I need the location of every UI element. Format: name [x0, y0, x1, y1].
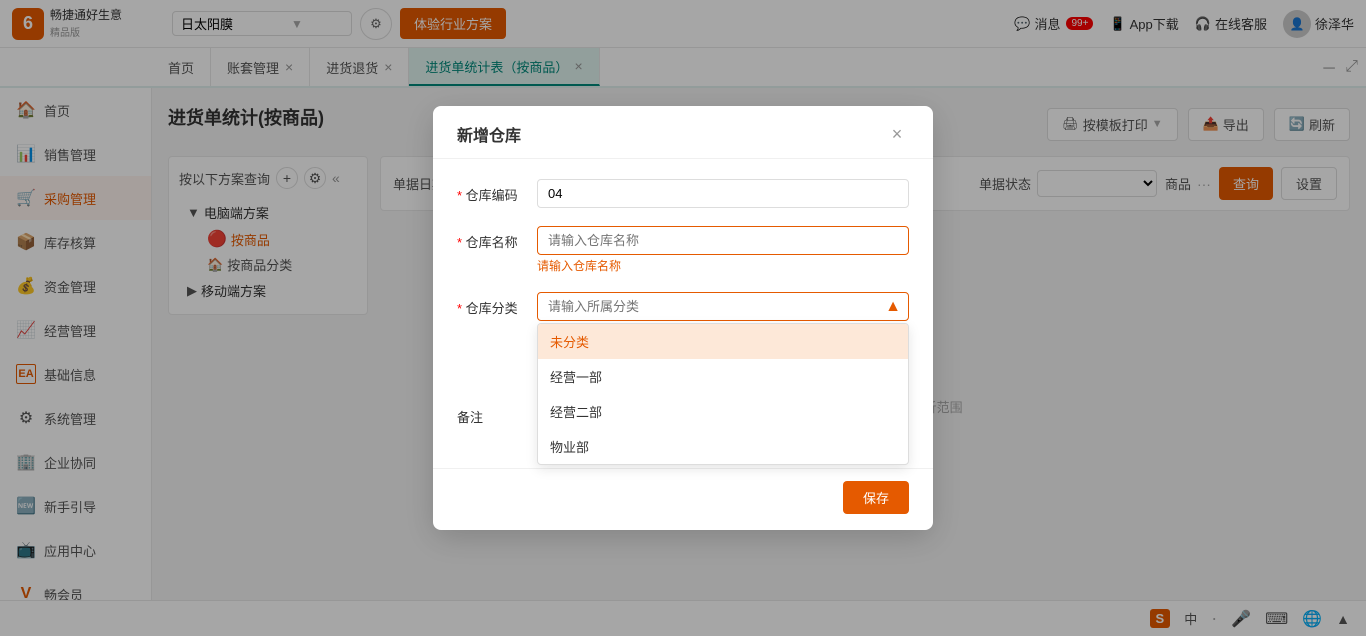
ops2-label: 经营二部 [550, 405, 602, 420]
uncategorized-label: 未分类 [550, 335, 589, 350]
dialog-footer: 保存 [433, 468, 933, 530]
name-input[interactable] [537, 226, 909, 255]
form-row-code: 仓库编码 [457, 179, 909, 208]
category-input[interactable] [537, 292, 909, 321]
dropdown-item-ops1[interactable]: 经营一部 [538, 359, 908, 394]
category-label: 仓库分类 [457, 292, 537, 317]
new-warehouse-dialog: 新增仓库 × 仓库编码 仓库名称 请输入仓库名称 [433, 106, 933, 530]
dialog-header: 新增仓库 × [433, 106, 933, 159]
dialog-title: 新增仓库 [457, 122, 521, 146]
category-dropdown: 未分类 经营一部 经营二部 物业部 [537, 323, 909, 465]
name-error-tip: 请输入仓库名称 [537, 257, 909, 274]
form-row-name: 仓库名称 请输入仓库名称 [457, 226, 909, 274]
name-field: 请输入仓库名称 [537, 226, 909, 274]
dialog-body: 仓库编码 仓库名称 请输入仓库名称 仓库分类 [433, 159, 933, 468]
ops1-label: 经营一部 [550, 370, 602, 385]
category-input-wrapper: ▲ [537, 292, 909, 321]
dropdown-item-uncategorized[interactable]: 未分类 [538, 324, 908, 359]
category-field: ▲ 未分类 经营一部 经营二部 物业部 [537, 292, 909, 321]
name-label: 仓库名称 [457, 226, 537, 251]
category-toggle-icon[interactable]: ▲ [885, 298, 901, 316]
code-field [537, 179, 909, 208]
note-label: 备注 [457, 401, 537, 426]
dialog-overlay: 新增仓库 × 仓库编码 仓库名称 请输入仓库名称 [0, 0, 1366, 636]
dropdown-item-property[interactable]: 物业部 [538, 429, 908, 464]
code-input[interactable] [537, 179, 909, 208]
save-button[interactable]: 保存 [843, 481, 909, 514]
form-row-category: 仓库分类 ▲ 未分类 经营一部 [457, 292, 909, 321]
dialog-close-button[interactable]: × [885, 122, 909, 146]
code-label: 仓库编码 [457, 179, 537, 204]
dropdown-item-ops2[interactable]: 经营二部 [538, 394, 908, 429]
property-label: 物业部 [550, 440, 589, 455]
